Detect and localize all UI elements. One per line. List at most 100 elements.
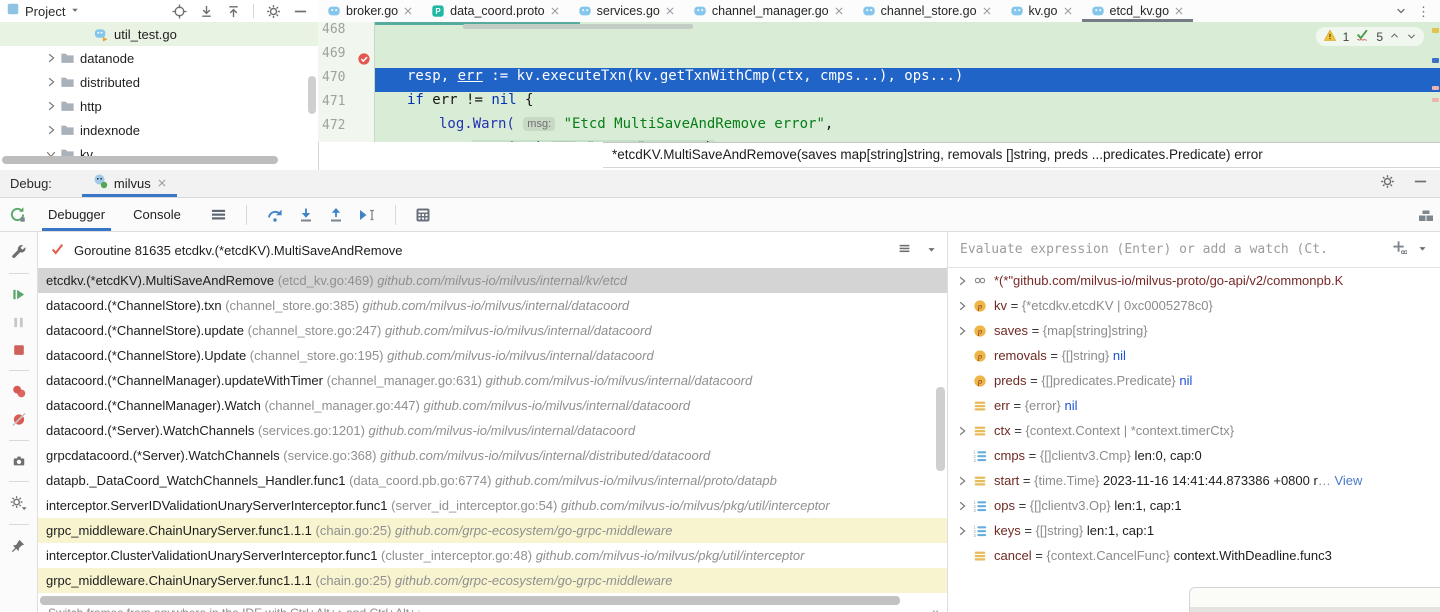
close-icon[interactable] <box>550 6 560 16</box>
stack-frame[interactable]: etcdkv.(*etcdKV).MultiSaveAndRemove (etc… <box>38 268 947 293</box>
stack-frame[interactable]: datacoord.(*ChannelStore).Update (channe… <box>38 343 947 368</box>
frames-horizontal-scrollbar[interactable] <box>40 596 900 605</box>
variable-row-keys[interactable]: 1 2 3 keys = {[]string} len:1, cap:1 <box>948 518 1440 543</box>
scrollbar-mark-pink-2[interactable] <box>1432 98 1439 102</box>
chevron-right-icon[interactable] <box>954 325 970 337</box>
chevron-right-icon[interactable] <box>44 76 58 88</box>
chevron-right-icon[interactable] <box>954 425 970 437</box>
variable-row-cmps[interactable]: 1 2 3 cmps = {[]clientv3.Cmp} len:0, cap:0 <box>948 443 1440 468</box>
chevron-right-icon[interactable] <box>44 52 58 64</box>
variable-row-removals[interactable]: p removals = {[]string} nil <box>948 343 1440 368</box>
sidebar-item-datanode[interactable]: datanode <box>0 46 318 70</box>
dropdown-arrow-icon[interactable] <box>1417 241 1428 259</box>
scrollbar-mark-yellow[interactable] <box>1432 28 1439 33</box>
tab-broker-go[interactable]: broker.go <box>318 0 422 22</box>
scrollbar-mark-current-line[interactable] <box>1432 58 1439 63</box>
settings-icon[interactable] <box>10 495 27 511</box>
locate-icon[interactable] <box>172 3 187 19</box>
wrench-icon[interactable] <box>11 244 27 260</box>
layout-settings-icon[interactable] <box>1418 207 1434 223</box>
chevron-right-icon[interactable] <box>954 275 970 287</box>
tabs-chevron-icon[interactable] <box>1395 5 1407 17</box>
close-icon[interactable] <box>403 6 413 16</box>
threads-view-icon[interactable] <box>897 242 912 258</box>
stop-icon[interactable] <box>12 343 26 357</box>
chevron-right-icon[interactable] <box>954 500 970 512</box>
code-line-471[interactable]: log.Warn( msg: "Etcd MultiSaveAndRemove … <box>375 116 1440 140</box>
minimize-icon[interactable] <box>293 4 308 19</box>
step-out-icon[interactable] <box>328 207 344 223</box>
stack-frame[interactable]: datacoord.(*ChannelManager).updateWithTi… <box>38 368 947 393</box>
sidebar-item-indexnode[interactable]: indexnode <box>0 118 318 142</box>
stack-frame[interactable]: datacoord.(*Server).WatchChannels (servi… <box>38 418 947 443</box>
variable-row-cancel[interactable]: cancel = {context.CancelFunc} context.Wi… <box>948 543 1440 568</box>
code-line-468[interactable] <box>375 44 1440 68</box>
variable-row-ctx[interactable]: ctx = {context.Context | *context.timerC… <box>948 418 1440 443</box>
resume-icon[interactable] <box>11 287 26 302</box>
next-issue-icon[interactable] <box>1406 30 1417 44</box>
add-watch-icon[interactable] <box>1392 240 1408 260</box>
variable-row-kv[interactable]: p kv = {*etcdkv.etcdKV | 0xc0005278c0} <box>948 293 1440 318</box>
chevron-right-icon[interactable] <box>44 100 58 112</box>
stack-frame[interactable]: datapb._DataCoord_WatchChannels_Handler.… <box>38 468 947 493</box>
camera-icon[interactable] <box>11 454 27 468</box>
variable-row-start[interactable]: start = {time.Time} 2023-11-16 14:41:44.… <box>948 468 1440 493</box>
close-icon[interactable] <box>982 6 992 16</box>
tab-channel-manager-go[interactable]: channel_manager.go <box>684 0 853 22</box>
chevron-right-icon[interactable] <box>954 475 970 487</box>
mute-breakpoints-icon[interactable] <box>11 412 27 427</box>
tab-channel-store-go[interactable]: channel_store.go <box>853 0 1001 22</box>
view-breakpoints-icon[interactable] <box>11 384 27 399</box>
pause-icon[interactable] <box>11 315 26 330</box>
tab-options-icon[interactable]: ⋮ <box>1417 5 1430 18</box>
evaluate-expression-icon[interactable] <box>415 207 431 223</box>
tab-console[interactable]: Console <box>127 198 187 231</box>
stack-frame[interactable]: grpcdatacoord.(*Server).WatchChannels (s… <box>38 443 947 468</box>
prev-issue-icon[interactable] <box>1389 30 1400 44</box>
stack-frame[interactable]: datacoord.(*ChannelManager).Watch (chann… <box>38 393 947 418</box>
scrollbar-mark-pink-1[interactable] <box>1432 86 1439 90</box>
gear-icon[interactable] <box>266 4 281 19</box>
stack-frame[interactable]: grpc_middleware.ChainUnaryServer.func1.1… <box>38 568 947 593</box>
close-icon[interactable] <box>1063 6 1073 16</box>
code-line-470[interactable]: if err != nil { <box>375 92 1440 116</box>
pin-icon[interactable] <box>11 538 26 553</box>
variable-row-err[interactable]: err = {error} nil <box>948 393 1440 418</box>
stack-frame[interactable]: grpc_middleware.ChainUnaryServer.func1.1… <box>38 518 947 543</box>
inspection-widget[interactable]: 1 5 <box>1315 27 1424 46</box>
close-icon[interactable] <box>157 175 167 193</box>
dropdown-arrow-icon[interactable] <box>926 243 937 258</box>
chevron-right-icon[interactable] <box>44 124 58 136</box>
gear-icon[interactable] <box>1380 174 1395 194</box>
chevron-down-icon[interactable] <box>70 2 80 20</box>
sidebar-item-distributed[interactable]: distributed <box>0 70 318 94</box>
code-editor[interactable]: 468 469 470 471 472 resp, err := kv.executeT… <box>318 22 1440 142</box>
stack-frame[interactable]: datacoord.(*ChannelStore).txn (channel_s… <box>38 293 947 318</box>
rerun-icon[interactable] <box>9 206 26 223</box>
debug-session-tab[interactable]: milvus <box>81 170 177 197</box>
stack-frame[interactable]: interceptor.ServerIDValidationUnaryServe… <box>38 493 947 518</box>
variable-row-ops[interactable]: 1 2 3 ops = {[]clientv3.Op} len:1, cap:1 <box>948 493 1440 518</box>
hide-icon[interactable] <box>1413 174 1428 194</box>
tab-services-go[interactable]: services.go <box>569 0 684 22</box>
project-vertical-scrollbar[interactable] <box>308 76 316 114</box>
step-into-icon[interactable] <box>298 207 314 223</box>
tab-kv-go[interactable]: kv.go <box>1001 0 1082 22</box>
stack-frame[interactable]: datacoord.(*ChannelStore).update (channe… <box>38 318 947 343</box>
close-icon[interactable] <box>665 6 675 16</box>
close-icon[interactable] <box>834 6 844 16</box>
tab-data-coord-proto[interactable]: Pdata_coord.proto <box>422 0 569 22</box>
sidebar-item-util-test-go[interactable]: util_test.go <box>0 22 318 46</box>
variable-row-saves[interactable]: p saves = {map[string]string} <box>948 318 1440 343</box>
frames-header[interactable]: Goroutine 81635 etcdkv.(*etcdKV).MultiSa… <box>38 232 947 268</box>
view-link[interactable]: View <box>1334 473 1362 488</box>
hint-close-icon[interactable]: × <box>932 606 939 612</box>
view-options-icon[interactable] <box>210 207 227 222</box>
tab-etcd-kv-go[interactable]: etcd_kv.go <box>1082 0 1194 22</box>
scroll-down-icon[interactable] <box>199 4 214 19</box>
run-to-cursor-icon[interactable] <box>358 207 376 223</box>
evaluate-bar[interactable]: Evaluate expression (Enter) or add a wat… <box>948 232 1440 268</box>
project-title[interactable]: Project <box>25 4 65 19</box>
frames-vertical-scrollbar[interactable] <box>936 387 945 471</box>
chevron-right-icon[interactable] <box>954 525 970 537</box>
